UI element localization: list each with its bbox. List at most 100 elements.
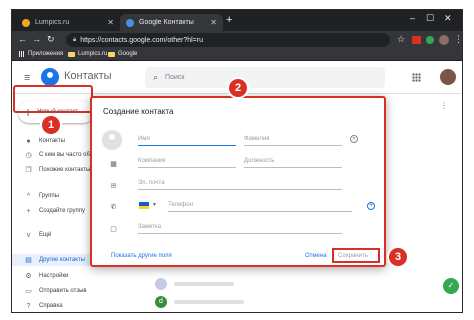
sidebar-item-help[interactable]: ? Справка — [24, 301, 63, 311]
list-item[interactable] — [174, 282, 234, 286]
create-contact-dialog: Создание контакта Имя Фамилия ✕ ▦ Компан… — [90, 96, 386, 267]
sidebar-item-frequent[interactable]: ◷ С кем вы часто общ — [24, 150, 95, 160]
sidebar-item-duplicates[interactable]: ❐ Похожие контакты — [24, 165, 90, 175]
chevron-up-icon: ^ — [26, 192, 31, 200]
sidebar-item-feedback[interactable]: ▭ Отправить отзыв — [24, 286, 87, 296]
gear-icon: ⚙ — [25, 273, 32, 280]
app-title: Контакты — [64, 70, 112, 82]
sidebar-item-groups[interactable]: ^ Группы — [24, 191, 59, 201]
close-window-icon[interactable]: ✕ — [444, 13, 452, 24]
email-icon: ✉ — [110, 183, 117, 190]
sidebar-item-other-contacts[interactable]: ▤ Другие контакты — [12, 254, 100, 266]
bookmarks-bar: Приложения Lumpics.ru Google — [12, 49, 462, 61]
browser-menu-icon[interactable]: ⋮ — [454, 34, 462, 45]
show-more-fields-link[interactable]: Показать другие поля — [111, 253, 172, 259]
first-name-field[interactable]: Имя — [138, 134, 236, 146]
sidebar-item-label: Контакты — [39, 138, 65, 144]
google-apps-icon[interactable] — [412, 73, 421, 82]
copy-icon: ❐ — [25, 167, 32, 174]
lumpics-favicon-icon — [22, 18, 30, 27]
new-contact-highlight — [13, 85, 93, 113]
folder-icon — [68, 51, 75, 57]
close-icon[interactable]: ✕ — [210, 18, 217, 27]
menu-icon[interactable]: ≡ — [24, 72, 30, 84]
sidebar-item-label: Справка — [39, 303, 63, 309]
close-icon[interactable]: ✕ — [107, 18, 114, 27]
back-icon[interactable]: ← — [18, 34, 27, 44]
tab-strip: Lumpics.ru ✕ Google Контакты ✕ + – ☐ ✕ — [12, 10, 462, 31]
apps-grid-icon — [19, 51, 25, 57]
company-field[interactable]: Компания — [138, 156, 236, 168]
search-placeholder: Поиск — [165, 74, 185, 81]
email-field[interactable]: Эл. почта — [138, 178, 342, 190]
sidebar-item-more[interactable]: v Ещё — [24, 230, 52, 240]
sidebar-item-label: Группы — [39, 193, 59, 199]
tab-lumpics[interactable]: Lumpics.ru ✕ — [16, 14, 120, 31]
bookmark-star-icon[interactable]: ☆ — [397, 34, 405, 45]
search-input[interactable]: ⌕ Поиск — [145, 67, 385, 88]
phone-icon: ✆ — [110, 204, 117, 211]
sidebar-item-label: Похожие контакты — [39, 167, 91, 173]
chevron-down-icon: v — [26, 231, 31, 239]
save-button[interactable]: Сохранить — [332, 248, 380, 263]
help-icon: ? — [26, 302, 31, 310]
sidebar-item-label: Создайте группу — [39, 208, 86, 214]
bookmark-lumpics[interactable]: Lumpics.ru — [68, 51, 107, 57]
bookmark-label: Google — [118, 51, 138, 57]
url-field[interactable]: 🔒︎ https://contacts.google.com/other?hl=… — [66, 33, 390, 47]
sidebar-item-settings[interactable]: ⚙ Настройки — [24, 271, 68, 281]
clear-icon[interactable]: ✕ — [350, 135, 358, 143]
bookmark-label: Приложения — [28, 51, 64, 57]
tab-label: Google Контакты — [139, 19, 194, 26]
person-icon: ● — [26, 137, 31, 145]
avatar: d — [155, 296, 167, 308]
profile-avatar[interactable] — [439, 35, 449, 45]
note-icon: ▢ — [110, 226, 117, 233]
contacts-logo-icon — [41, 68, 59, 86]
account-avatar[interactable] — [440, 69, 456, 85]
maximize-icon[interactable]: ☐ — [426, 13, 434, 24]
job-title-field[interactable]: Должность — [244, 156, 342, 168]
tab-google-contacts[interactable]: Google Контакты ✕ — [120, 14, 223, 31]
dialog-title: Создание контакта — [103, 107, 174, 116]
extension-icon[interactable] — [412, 36, 421, 44]
minimize-icon[interactable]: – — [410, 13, 415, 23]
ukraine-flag-icon[interactable] — [139, 202, 149, 209]
contacts-favicon-icon — [126, 18, 134, 27]
add-phone-icon[interactable]: + — [367, 202, 375, 210]
step-3-callout: 3 — [389, 248, 407, 266]
company-icon: ▦ — [110, 161, 117, 168]
sidebar-item-label: Отправить отзыв — [39, 288, 87, 294]
sidebar-item-label: Ещё — [39, 232, 52, 238]
sidebar-item-create-group[interactable]: + Создайте группу — [24, 206, 85, 216]
notes-field[interactable]: Заметка — [138, 222, 342, 234]
cancel-button[interactable]: Отмена — [305, 253, 327, 259]
plus-icon: + — [26, 207, 31, 215]
list-more-icon[interactable]: ⋮ — [440, 101, 448, 110]
tab-label: Lumpics.ru — [35, 19, 70, 26]
address-bar: ← → ↻ 🔒︎ https://contacts.google.com/oth… — [12, 31, 462, 49]
reload-icon[interactable]: ↻ — [47, 34, 55, 45]
sidebar-item-label: С кем вы часто общ — [39, 152, 95, 158]
bookmark-apps[interactable]: Приложения — [19, 51, 63, 57]
bookmark-google[interactable]: Google — [108, 51, 137, 57]
forward-icon[interactable]: → — [32, 34, 41, 44]
folder-icon — [108, 51, 115, 57]
phone-field[interactable]: Телефон — [168, 200, 352, 212]
sidebar-item-contacts[interactable]: ● Контакты — [24, 136, 65, 146]
step-2-callout: 2 — [229, 79, 247, 97]
shield-icon[interactable]: ✓ — [443, 278, 459, 294]
contact-photo-placeholder[interactable] — [102, 130, 122, 150]
last-name-field[interactable]: Фамилия — [244, 134, 342, 146]
chevron-down-icon[interactable]: ▼ — [152, 202, 157, 208]
step-1-callout: 1 — [42, 116, 60, 134]
bookmark-label: Lumpics.ru — [78, 51, 108, 57]
lock-icon: 🔒︎ — [73, 36, 77, 43]
list-item[interactable] — [174, 300, 244, 304]
search-icon: ⌕ — [153, 72, 159, 82]
save-label: Сохранить — [338, 252, 368, 259]
extension-icon[interactable] — [426, 36, 434, 44]
avatar — [155, 278, 167, 290]
new-tab-icon[interactable]: + — [226, 14, 232, 26]
history-icon: ◷ — [25, 152, 32, 159]
